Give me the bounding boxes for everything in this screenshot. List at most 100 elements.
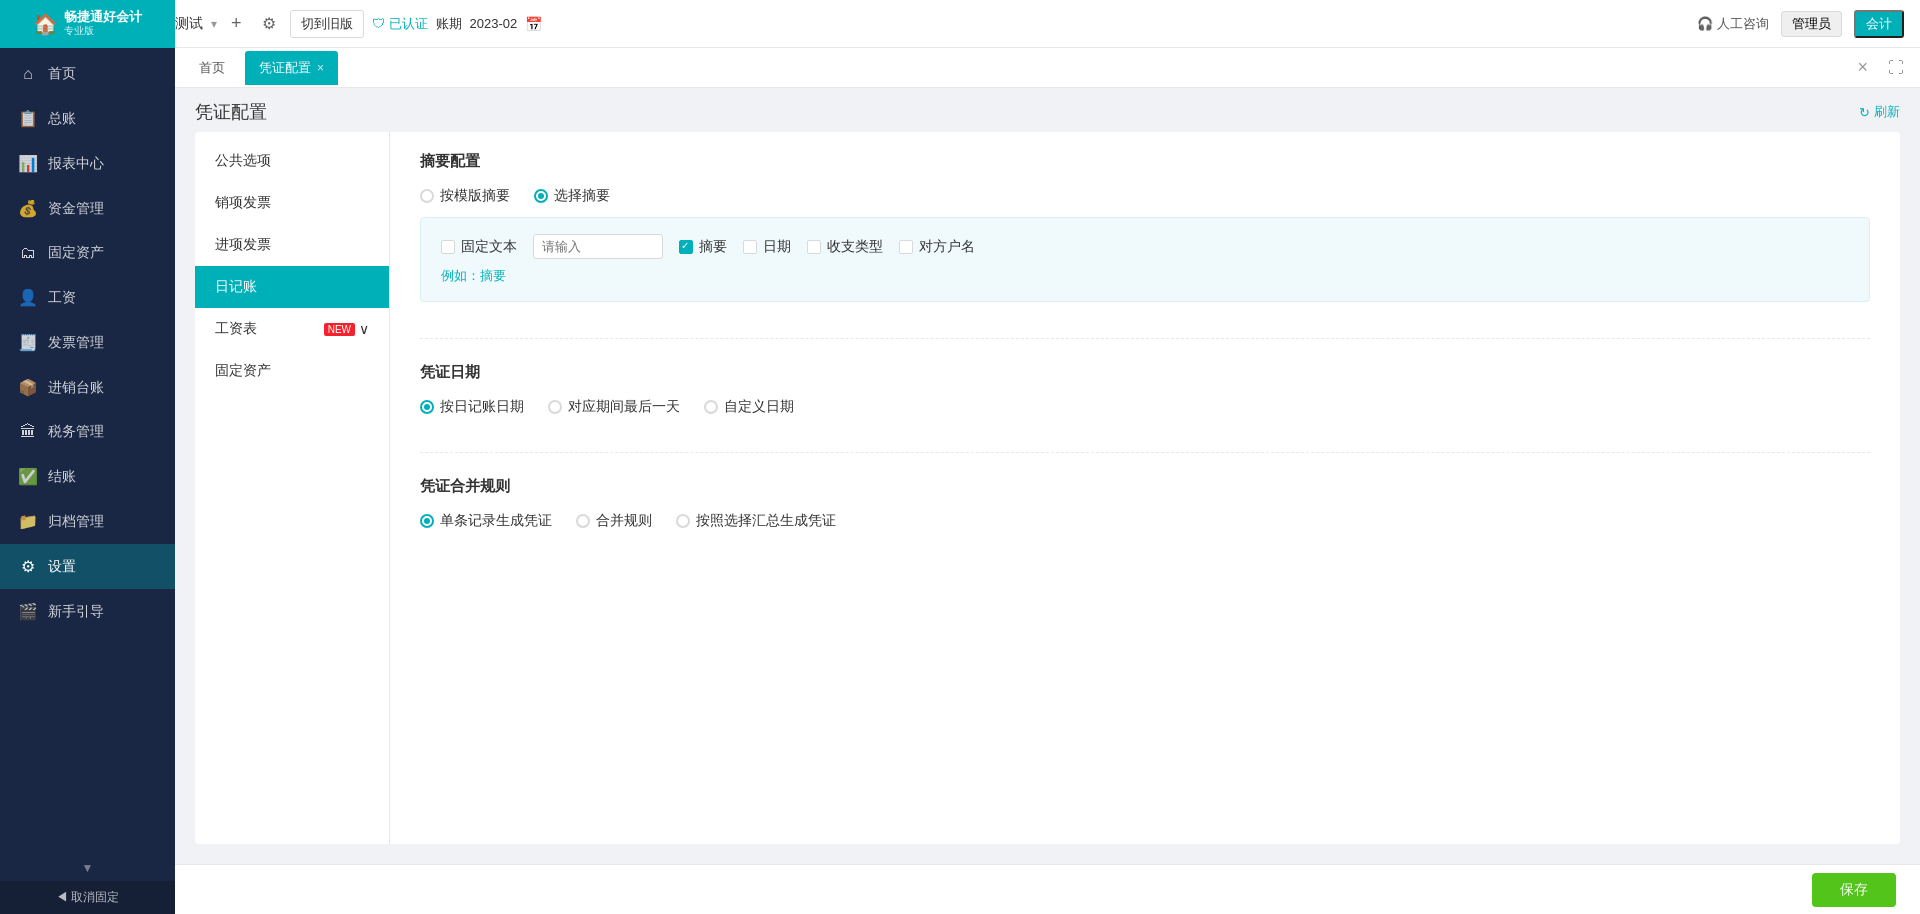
radio-merge-rule[interactable]: 合并规则 (576, 512, 652, 530)
service-icon: 🎧 (1697, 16, 1713, 31)
radio-single-label: 单条记录生成凭证 (440, 512, 552, 530)
radio-single[interactable]: 单条记录生成凭证 (420, 512, 552, 530)
trade-icon: 📦 (18, 378, 38, 397)
sidebar-item-archive[interactable]: 📁 归档管理 (0, 499, 175, 544)
left-nav-diary-label: 日记账 (215, 278, 257, 294)
sidebar-scroll-down[interactable]: ▼ (0, 855, 175, 881)
new-badge: NEW (324, 323, 355, 336)
newbie-icon: 🎬 (18, 602, 38, 621)
sidebar-item-invoice[interactable]: 🧾 发票管理 (0, 320, 175, 365)
radio-period-last[interactable]: 对应期间最后一天 (548, 398, 680, 416)
sidebar-item-trade[interactable]: 📦 进销台账 (0, 365, 175, 410)
sidebar-item-home[interactable]: ⌂ 首页 (0, 52, 175, 96)
sidebar-item-asset[interactable]: 🗂 固定资产 (0, 231, 175, 275)
checkbox-pay-type[interactable]: 收支类型 (807, 238, 883, 256)
old-version-button[interactable]: 切到旧版 (290, 10, 364, 38)
home-icon: ⌂ (18, 65, 38, 83)
date-radio-group: 按日记账日期 对应期间最后一天 自定义日期 (420, 398, 1870, 416)
radio-template-label: 按模版摘要 (440, 187, 510, 205)
ledger-icon: 📋 (18, 109, 38, 128)
checkbox-counterpart[interactable]: 对方户名 (899, 238, 975, 256)
sidebar-item-newbie[interactable]: 🎬 新手引导 (0, 589, 175, 634)
left-nav-sales[interactable]: 销项发票 (195, 182, 389, 224)
sidebar-item-label: 税务管理 (48, 423, 104, 441)
sidebar-item-report[interactable]: 📊 报表中心 (0, 141, 175, 186)
logo-area: 🏠 畅捷通好会计 专业版 (0, 0, 175, 48)
left-nav-diary[interactable]: 日记账 (195, 266, 389, 308)
tab-close-icon[interactable]: × (317, 61, 324, 75)
summary-config-box: 固定文本 摘要 日期 (420, 217, 1870, 302)
sidebar-item-label: 进销台账 (48, 379, 104, 397)
radio-merge-rule-circle (576, 514, 590, 528)
payroll-row: 工资表 NEW ∨ (215, 320, 369, 338)
sidebar-item-ledger[interactable]: 📋 总账 (0, 96, 175, 141)
page-body: 公共选项 销项发票 进项发票 日记账 工资表 (195, 132, 1900, 844)
radio-select[interactable]: 选择摘要 (534, 187, 610, 205)
bottom-bar: 保存 (175, 864, 1920, 914)
tab-home[interactable]: 首页 (183, 51, 241, 85)
checkbox-fixed-text[interactable]: 固定文本 (441, 238, 517, 256)
left-nav-public[interactable]: 公共选项 (195, 140, 389, 182)
radio-custom-date-label: 自定义日期 (724, 398, 794, 416)
cancel-fixed-button[interactable]: ◀ 取消固定 (0, 881, 175, 914)
chevron-down-icon[interactable]: ▾ (211, 17, 217, 31)
archive-icon: 📁 (18, 512, 38, 531)
page-content: 凭证配置 ↻ 刷新 公共选项 销项发票 进项发票 (175, 88, 1920, 914)
left-nav-payroll[interactable]: 工资表 NEW ∨ (195, 308, 389, 350)
radio-diary-date[interactable]: 按日记账日期 (420, 398, 524, 416)
sidebar-item-salary[interactable]: 👤 工资 (0, 275, 175, 320)
verified-icon: 🛡 (372, 16, 385, 31)
page-header: 凭证配置 ↻ 刷新 (175, 88, 1920, 132)
topbar-title: 测试 (175, 15, 203, 33)
radio-select-circle (534, 189, 548, 203)
summary-radio-group: 按模版摘要 选择摘要 (420, 187, 1870, 205)
radio-merge-rule-label: 合并规则 (596, 512, 652, 530)
sidebar-item-label: 归档管理 (48, 513, 104, 531)
checkbox-date-label: 日期 (763, 238, 791, 256)
logo-company: 畅捷通好会计 (64, 9, 142, 25)
calendar-icon[interactable]: 📅 (525, 16, 542, 32)
radio-custom-date[interactable]: 自定义日期 (704, 398, 794, 416)
service-label: 人工咨询 (1717, 15, 1769, 33)
radio-select-merge[interactable]: 按照选择汇总生成凭证 (676, 512, 836, 530)
add-button[interactable]: + (225, 11, 248, 36)
sidebar-item-settings[interactable]: ⚙ 设置 (0, 544, 175, 589)
sidebar: ⌂ 首页 📋 总账 📊 报表中心 💰 资金管理 🗂 固定资产 👤 工资 🧾 发票… (0, 48, 175, 914)
checkbox-summary-label: 摘要 (699, 238, 727, 256)
radio-select-merge-label: 按照选择汇总生成凭证 (696, 512, 836, 530)
sidebar-item-tax[interactable]: 🏛 税务管理 (0, 410, 175, 454)
sidebar-item-capital[interactable]: 💰 资金管理 (0, 186, 175, 231)
admin-button[interactable]: 管理员 (1781, 11, 1842, 37)
checkbox-summary[interactable]: 摘要 (679, 238, 727, 256)
left-nav-sales-label: 销项发票 (215, 194, 271, 210)
sidebar-item-label: 固定资产 (48, 244, 104, 262)
left-nav-fixed-asset[interactable]: 固定资产 (195, 350, 389, 392)
sidebar-item-label: 结账 (48, 468, 76, 486)
save-button[interactable]: 保存 (1812, 873, 1896, 907)
checkbox-fixed-text-box (441, 240, 455, 254)
radio-period-last-label: 对应期间最后一天 (568, 398, 680, 416)
invoice-icon: 🧾 (18, 333, 38, 352)
sidebar-item-label: 资金管理 (48, 200, 104, 218)
checkbox-date[interactable]: 日期 (743, 238, 791, 256)
capital-icon: 💰 (18, 199, 38, 218)
radio-template[interactable]: 按模版摘要 (420, 187, 510, 205)
refresh-button[interactable]: ↻ 刷新 (1859, 103, 1900, 121)
fixed-text-input[interactable] (533, 234, 663, 259)
sidebar-item-checkout[interactable]: ✅ 结账 (0, 454, 175, 499)
window-close-button[interactable]: × (1849, 55, 1876, 80)
sidebar-item-label: 总账 (48, 110, 76, 128)
radio-template-circle (420, 189, 434, 203)
topbar: 🏠 畅捷通好会计 专业版 测试 ▾ + ⚙ 切到旧版 🛡 已认证 账期 2023… (0, 0, 1920, 48)
left-nav-purchase[interactable]: 进项发票 (195, 224, 389, 266)
fullscreen-button[interactable]: ⛶ (1880, 55, 1912, 80)
tab-active-label: 凭证配置 (259, 59, 311, 77)
gear-icon[interactable]: ⚙ (256, 12, 282, 35)
sidebar-item-label: 发票管理 (48, 334, 104, 352)
example-text: 例如：摘要 (441, 267, 1849, 285)
accountant-button[interactable]: 会计 (1854, 10, 1904, 38)
tab-bar-right: × ⛶ (1849, 55, 1912, 80)
checkbox-counterpart-box (899, 240, 913, 254)
tab-voucher-config[interactable]: 凭证配置 × (245, 51, 338, 85)
service-button[interactable]: 🎧 人工咨询 (1697, 15, 1769, 33)
